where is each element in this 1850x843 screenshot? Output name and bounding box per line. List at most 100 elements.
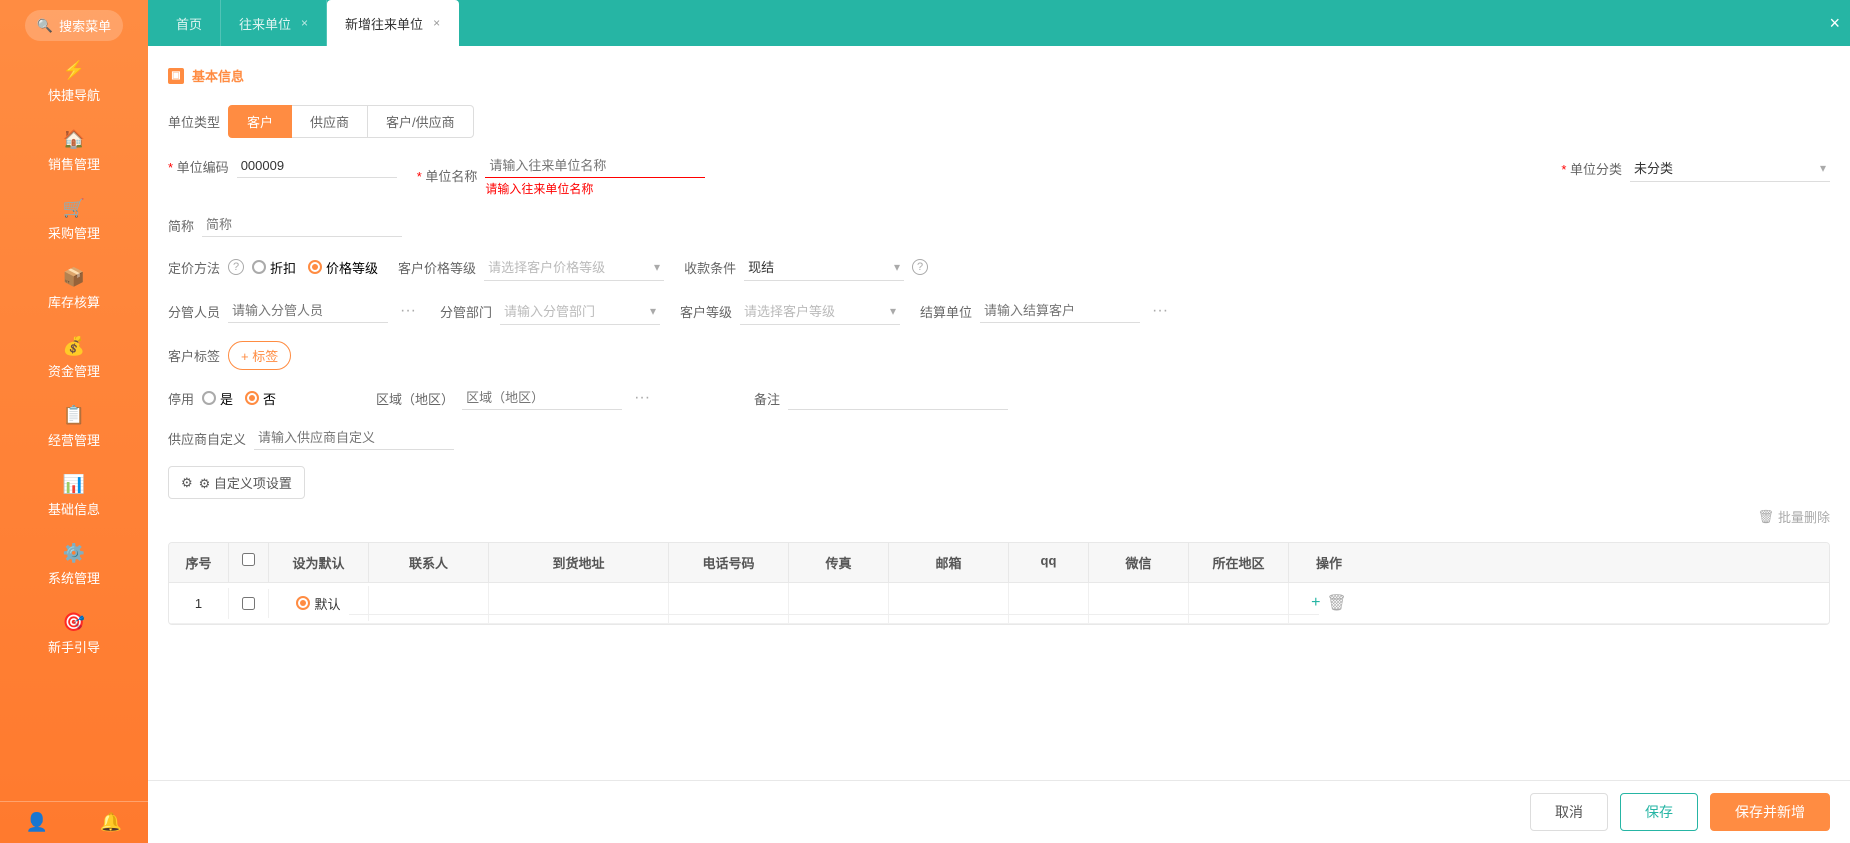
disabled-field: 停用 是 否: [168, 389, 276, 408]
settlement-field: 结算单位 ···: [920, 299, 1172, 323]
sidebar-item-system[interactable]: ⚙️ 系统管理: [0, 530, 148, 599]
radio-discount[interactable]: 折扣: [252, 258, 296, 277]
unit-category-value: 未分类: [1634, 158, 1816, 177]
tab-new-partner[interactable]: 新增往来单位 ×: [327, 0, 459, 46]
tab-partners-close[interactable]: ×: [301, 16, 308, 30]
row-1-default-radio[interactable]: 默认: [296, 594, 340, 613]
type-btn-customer[interactable]: 客户: [228, 105, 292, 138]
unit-name-error: 请输入往来单位名称: [485, 180, 1541, 197]
system-icon: ⚙️: [63, 542, 85, 564]
radio-yes[interactable]: 是: [202, 389, 233, 408]
col-header-contact: 联系人: [369, 543, 489, 582]
row-delete-icon[interactable]: 🗑: [1327, 593, 1347, 613]
manager-ellipsis[interactable]: ···: [396, 302, 420, 320]
batch-delete-icon: 🗑: [1757, 509, 1774, 525]
supplier-custom-label: 供应商自定义: [168, 429, 246, 448]
sidebar-item-management[interactable]: 📋 经营管理: [0, 392, 148, 461]
department-select[interactable]: 请输入分管部门 ▾: [500, 297, 660, 325]
sidebar-item-basic[interactable]: 📊 基础信息: [0, 461, 148, 530]
row-1-address-input[interactable]: [497, 591, 660, 615]
customer-tag-row: 客户标签 + 标签: [168, 341, 1830, 370]
radio-no[interactable]: 否: [245, 389, 276, 408]
select-all-checkbox[interactable]: [242, 553, 255, 566]
tab-partners[interactable]: 往来单位 ×: [221, 0, 327, 46]
col-header-check: [229, 543, 269, 582]
save-new-button[interactable]: 保存并新增: [1710, 793, 1830, 831]
save-button[interactable]: 保存: [1620, 793, 1698, 831]
customer-level-label: 客户等级: [680, 302, 732, 321]
department-label: 分管部门: [440, 302, 492, 321]
region-input[interactable]: [462, 386, 622, 410]
type-btn-both[interactable]: 客户/供应商: [368, 105, 474, 138]
remarks-input[interactable]: [788, 386, 1008, 410]
radio-yes-circle: [202, 391, 216, 405]
col-header-fax: 传真: [789, 543, 889, 582]
col-header-region: 所在地区: [1189, 543, 1289, 582]
radio-price-level[interactable]: 价格等级: [308, 258, 378, 277]
price-level-select[interactable]: 请选择客户价格等级 ▾: [484, 253, 664, 281]
batch-delete-label[interactable]: 批量删除: [1778, 507, 1830, 526]
region-label: 区域（地区）: [376, 389, 454, 408]
payment-help-icon[interactable]: ?: [912, 259, 928, 275]
settlement-ellipsis[interactable]: ···: [1148, 302, 1172, 320]
row-1-radio-circle: [296, 596, 310, 610]
customer-level-select[interactable]: 请选择客户等级 ▾: [740, 297, 900, 325]
inventory-icon: 📦: [63, 266, 85, 288]
sidebar-item-guide[interactable]: 🎯 新手引导: [0, 599, 148, 668]
sidebar-item-inventory[interactable]: 📦 库存核算: [0, 254, 148, 323]
row-1-contact-input[interactable]: [349, 591, 509, 615]
region-ellipsis[interactable]: ···: [630, 389, 654, 407]
type-btn-supplier[interactable]: 供应商: [292, 105, 368, 138]
sidebar-search[interactable]: 🔍 搜索菜单: [25, 10, 123, 41]
manager-row: 分管人员 ··· 分管部门 请输入分管部门 ▾ 客户等级 请选择客户等级 ▾ 结…: [168, 297, 1830, 325]
tab-home[interactable]: 首页: [158, 0, 221, 46]
custom-settings-button[interactable]: ⚙ ⚙ 自定义项设置: [168, 466, 305, 499]
payment-terms-select[interactable]: 现结 ▾: [744, 253, 904, 281]
department-placeholder: 请输入分管部门: [504, 301, 646, 320]
price-level-arrow: ▾: [654, 260, 660, 274]
disabled-radio-group: 是 否: [202, 389, 276, 408]
sidebar-item-quick-nav[interactable]: ⚡ 快捷导航: [0, 47, 148, 116]
tab-new-partner-label: 新增往来单位: [345, 14, 423, 33]
pricing-row: 定价方法 ? 折扣 价格等级 客户价格等级 请选择客户价格等级: [168, 253, 1830, 281]
sidebar-item-sales[interactable]: 🏠 销售管理: [0, 116, 148, 185]
guide-icon: 🎯: [63, 611, 85, 633]
row-1-checkbox[interactable]: [242, 597, 255, 610]
payment-terms-arrow: ▾: [894, 260, 900, 274]
user-icon[interactable]: 👤: [26, 812, 48, 833]
radio-yes-label: 是: [220, 389, 233, 408]
notification-icon[interactable]: 🔔: [100, 812, 122, 833]
window-close-button[interactable]: ×: [1829, 13, 1840, 34]
table-header: 序号 设为默认 联系人 到货地址 电话号码 传真 邮箱 qq 微信 所在地区 操…: [169, 543, 1829, 583]
unit-name-input[interactable]: [485, 154, 705, 178]
radio-price-level-circle: [308, 260, 322, 274]
sidebar-item-label: 销售管理: [48, 154, 100, 173]
cell-contact-1[interactable]: [369, 583, 489, 623]
department-field: 分管部门 请输入分管部门 ▾: [440, 297, 660, 325]
disabled-region-row: 停用 是 否 区域（地区） ··· 备注: [168, 386, 1830, 410]
pricing-help-icon[interactable]: ?: [228, 259, 244, 275]
radio-no-circle: [245, 391, 259, 405]
manager-input[interactable]: [228, 299, 388, 323]
customer-level-placeholder: 请选择客户等级: [744, 301, 886, 320]
sidebar-item-finance[interactable]: 💰 资金管理: [0, 323, 148, 392]
short-name-field: 简称: [168, 213, 402, 237]
sidebar-item-label: 经营管理: [48, 430, 100, 449]
short-name-input[interactable]: [202, 213, 402, 237]
cell-region-1[interactable]: [1189, 583, 1289, 623]
unit-name-label: 单位名称: [417, 166, 478, 185]
table-row: 1 默认: [169, 583, 1829, 624]
row-add-icon[interactable]: +: [1311, 594, 1320, 612]
unit-code-input[interactable]: [237, 154, 397, 178]
cell-check-1: [229, 589, 269, 618]
short-name-label: 简称: [168, 216, 194, 235]
tab-new-partner-close[interactable]: ×: [433, 16, 440, 30]
supplier-custom-input[interactable]: [254, 426, 454, 450]
add-tag-button[interactable]: + 标签: [228, 341, 291, 370]
unit-category-select[interactable]: 未分类 ▾: [1630, 154, 1830, 182]
sidebar-item-purchase[interactable]: 🛒 采购管理: [0, 185, 148, 254]
col-header-email: 邮箱: [889, 543, 1009, 582]
cell-address-1[interactable]: [489, 583, 669, 623]
cancel-button[interactable]: 取消: [1530, 793, 1608, 831]
settlement-input[interactable]: [980, 299, 1140, 323]
